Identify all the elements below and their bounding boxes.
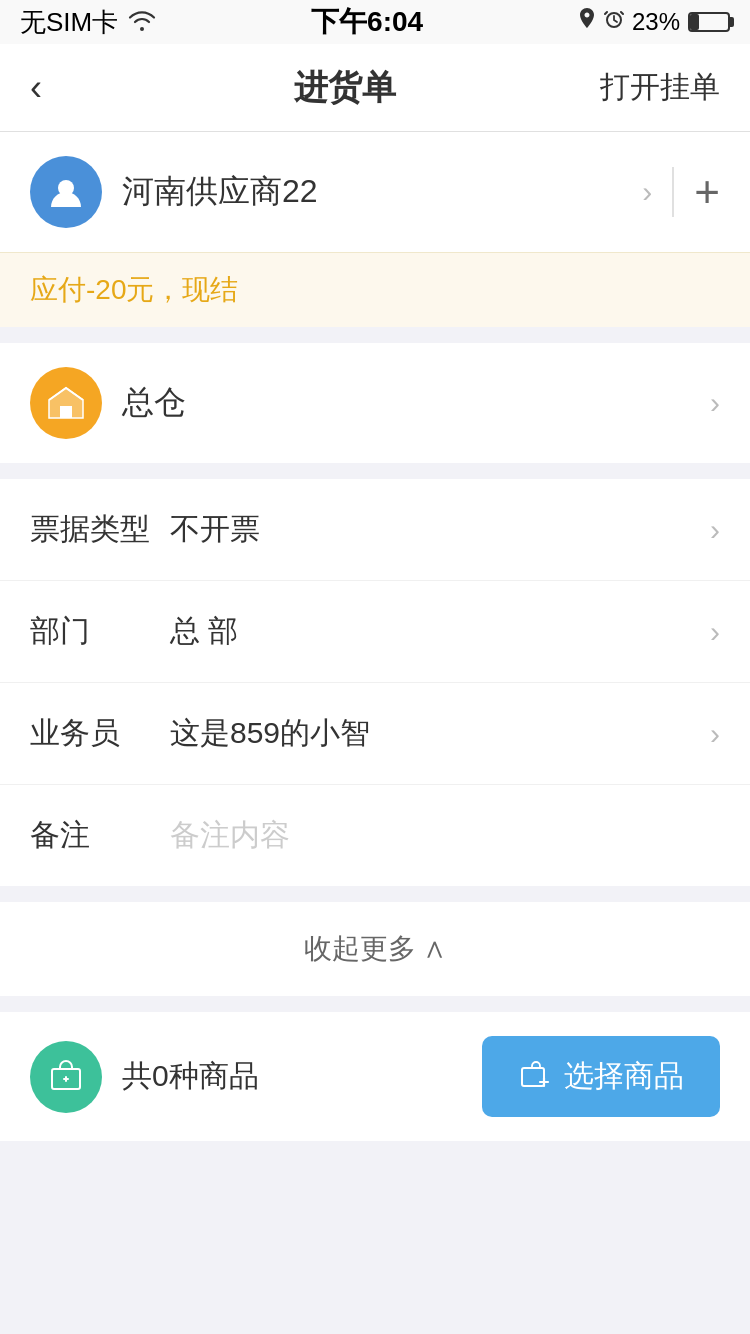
warehouse-name: 总仓 — [122, 381, 710, 425]
supplier-row[interactable]: 河南供应商22 › + — [0, 132, 750, 252]
collapse-text: 收起更多 ∧ — [304, 930, 447, 968]
invoice-row[interactable]: 票据类型 不开票 › — [0, 479, 750, 581]
sales-label: 业务员 — [30, 713, 170, 754]
notice-bar: 应付-20元，现结 — [0, 252, 750, 327]
dept-value: 总 部 — [170, 611, 710, 652]
page-title: 进货单 — [294, 65, 396, 111]
open-pending-button[interactable]: 打开挂单 — [600, 67, 720, 108]
sales-row[interactable]: 业务员 这是859的小智 › — [0, 683, 750, 785]
warehouse-section: 总仓 › — [0, 343, 750, 463]
sales-value: 这是859的小智 — [170, 713, 710, 754]
select-product-label: 选择商品 — [564, 1056, 684, 1097]
svg-rect-5 — [522, 1068, 544, 1086]
wifi-icon — [128, 7, 156, 38]
collapse-row[interactable]: 收起更多 ∧ — [0, 902, 750, 996]
select-product-button[interactable]: 选择商品 — [482, 1036, 720, 1117]
dept-chevron-icon: › — [710, 615, 720, 649]
warehouse-icon — [30, 367, 102, 439]
supplier-chevron-icon: › — [642, 175, 652, 209]
nav-bar: ‹ 进货单 打开挂单 — [0, 44, 750, 132]
invoice-value: 不开票 — [170, 509, 710, 550]
add-supplier-button[interactable]: + — [694, 170, 720, 214]
gray-area — [0, 1141, 750, 1334]
remark-input[interactable]: 备注内容 — [170, 815, 720, 856]
status-time: 下午6:04 — [311, 3, 423, 41]
remark-label: 备注 — [30, 815, 170, 856]
content: 河南供应商22 › + 应付-20元，现结 总仓 › 票据类型 — [0, 132, 750, 1334]
status-right: 23% — [578, 8, 730, 36]
form-section: 票据类型 不开票 › 部门 总 部 › 业务员 这是859的小智 › 备注 备注… — [0, 479, 750, 886]
bottom-bar: 共0种商品 选择商品 — [0, 1012, 750, 1141]
back-button[interactable]: ‹ — [30, 67, 90, 109]
battery-icon — [688, 12, 730, 32]
remark-row[interactable]: 备注 备注内容 — [0, 785, 750, 886]
alarm-icon — [604, 8, 624, 36]
invoice-chevron-icon: › — [710, 513, 720, 547]
carrier-text: 无SIM卡 — [20, 5, 118, 40]
product-count: 共0种商品 — [122, 1056, 462, 1097]
supplier-divider — [672, 167, 674, 217]
status-bar: 无SIM卡 下午6:04 23% — [0, 0, 750, 44]
svg-rect-3 — [62, 406, 70, 418]
notice-text: 应付-20元，现结 — [30, 274, 238, 305]
sales-chevron-icon: › — [710, 717, 720, 751]
supplier-name: 河南供应商22 — [122, 170, 642, 214]
invoice-label: 票据类型 — [30, 509, 170, 550]
supplier-section: 河南供应商22 › + 应付-20元，现结 — [0, 132, 750, 327]
status-left: 无SIM卡 — [20, 5, 156, 40]
dept-row[interactable]: 部门 总 部 › — [0, 581, 750, 683]
dept-label: 部门 — [30, 611, 170, 652]
product-icon — [30, 1041, 102, 1113]
battery-percentage: 23% — [632, 8, 680, 36]
location-icon — [578, 8, 596, 36]
supplier-avatar — [30, 156, 102, 228]
warehouse-chevron-icon: › — [710, 386, 720, 420]
warehouse-row[interactable]: 总仓 › — [0, 343, 750, 463]
